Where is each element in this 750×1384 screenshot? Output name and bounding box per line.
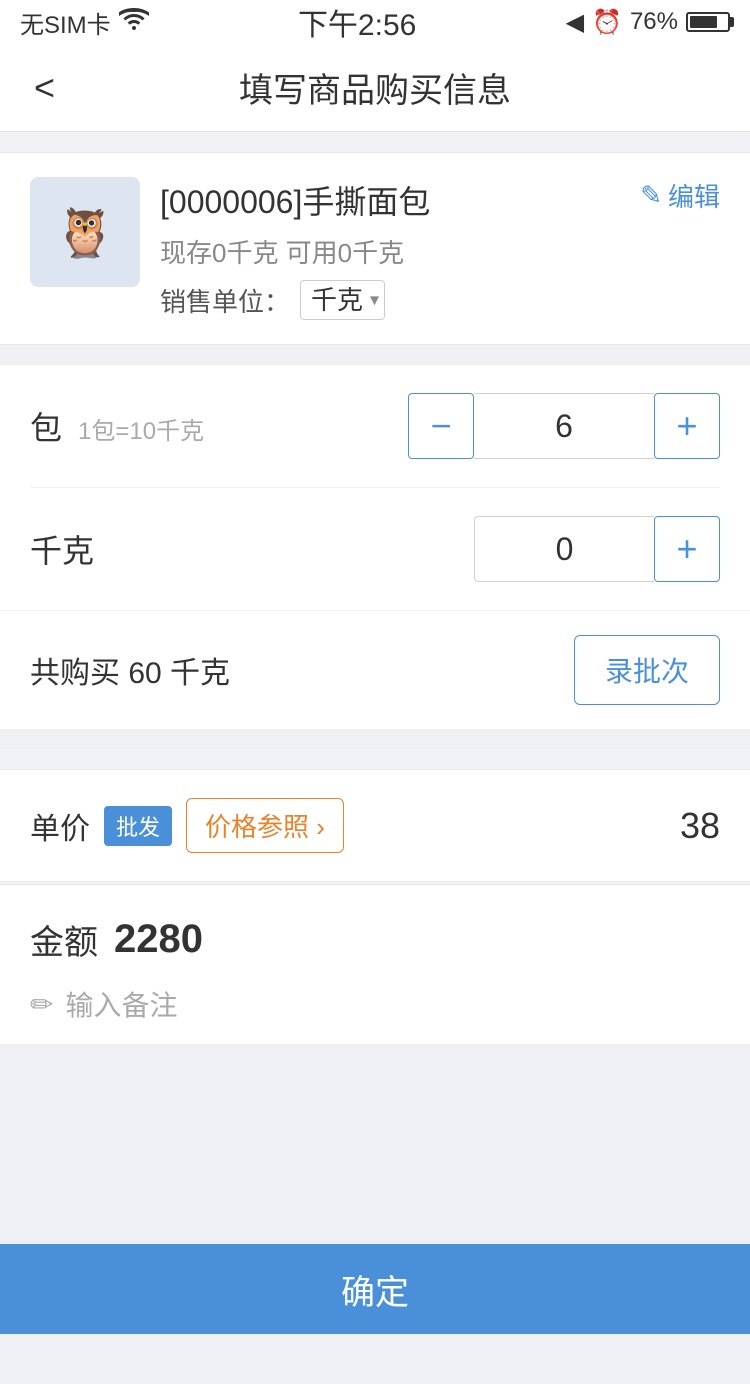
section-divider-1: [0, 345, 750, 365]
quantity-section: 包 1包=10千克 − + 千克 +: [0, 365, 750, 610]
pencil-icon: ✏: [30, 988, 53, 1021]
increment-bao-button[interactable]: +: [654, 393, 720, 459]
battery-icon: [686, 12, 730, 32]
product-name: [0000006]手撕面包: [160, 177, 720, 223]
quantity-controls-kg: +: [474, 516, 720, 582]
status-bar: 无SIM卡 下午2:56 ◀ ⏰ 76%: [0, 0, 750, 44]
quantity-kg-input[interactable]: [474, 516, 654, 582]
confirm-btn-wrap: 确定: [0, 1244, 750, 1334]
product-logo-icon: 🦉: [55, 204, 115, 261]
quantity-label-kg: 千克: [30, 526, 94, 572]
edit-button[interactable]: ✎ 编辑: [640, 177, 720, 214]
price-label-group: 单价 批发 价格参照 ›: [30, 798, 344, 853]
price-label: 单价: [30, 804, 90, 848]
price-type-tag: 批发: [104, 806, 172, 846]
location-icon: ◀: [566, 8, 584, 37]
quantity-unit-bao: 包: [30, 403, 62, 449]
product-card: 🦉 [0000006]手撕面包 现存0千克 可用0千克 销售单位： 千克 ✎ 编…: [0, 152, 750, 345]
quantity-label-bao: 包 1包=10千克: [30, 403, 204, 449]
unit-select[interactable]: 千克: [300, 280, 385, 320]
status-left: 无SIM卡: [20, 5, 149, 40]
price-value: 38: [680, 805, 720, 847]
decrement-bao-button[interactable]: −: [408, 393, 474, 459]
quantity-bao-input[interactable]: [474, 393, 654, 459]
battery-percent: 76%: [630, 8, 678, 36]
section-divider-2: [0, 729, 750, 749]
total-label: 共购买 60 千克: [30, 648, 230, 692]
alarm-icon: ⏰: [592, 8, 622, 37]
unit-label: 销售单位：: [160, 282, 290, 319]
increment-kg-button[interactable]: +: [654, 516, 720, 582]
remark-row[interactable]: ✏ 输入备注: [30, 984, 720, 1024]
price-reference-button[interactable]: 价格参照 ›: [186, 798, 344, 853]
quantity-row-bao: 包 1包=10千克 − +: [30, 365, 720, 488]
edit-label: 编辑: [668, 177, 720, 214]
amount-row: 金额 2280: [30, 915, 720, 964]
status-right: ◀ ⏰ 76%: [566, 8, 730, 37]
quantity-unit-kg: 千克: [30, 526, 94, 572]
amount-section: 金额 2280 ✏ 输入备注: [0, 884, 750, 1044]
status-time: 下午2:56: [298, 0, 416, 44]
page-title: 填写商品购买信息: [239, 63, 511, 112]
quantity-controls-bao: − +: [408, 393, 720, 459]
amount-label: 金额: [30, 915, 98, 964]
product-image: 🦉: [30, 177, 140, 287]
remark-placeholder[interactable]: 输入备注: [65, 984, 177, 1024]
unit-select-wrap[interactable]: 千克: [300, 280, 385, 320]
product-unit-row: 销售单位： 千克: [160, 280, 720, 320]
price-section: 单价 批发 价格参照 › 38: [0, 769, 750, 882]
confirm-button[interactable]: 确定: [0, 1244, 750, 1334]
product-stock: 现存0千克 可用0千克: [160, 233, 720, 270]
edit-icon: ✎: [640, 180, 662, 211]
carrier-label: 无SIM卡: [20, 5, 111, 40]
record-batch-button[interactable]: 录批次: [574, 635, 720, 705]
back-button[interactable]: <: [24, 57, 65, 119]
amount-value: 2280: [114, 917, 203, 962]
product-info: [0000006]手撕面包 现存0千克 可用0千克 销售单位： 千克: [160, 177, 720, 320]
quantity-row-kg: 千克 +: [30, 488, 720, 610]
wifi-icon: [119, 8, 149, 37]
nav-bar: < 填写商品购买信息: [0, 44, 750, 132]
quantity-hint-bao: 1包=10千克: [78, 411, 204, 446]
total-section: 共购买 60 千克 录批次: [0, 610, 750, 729]
